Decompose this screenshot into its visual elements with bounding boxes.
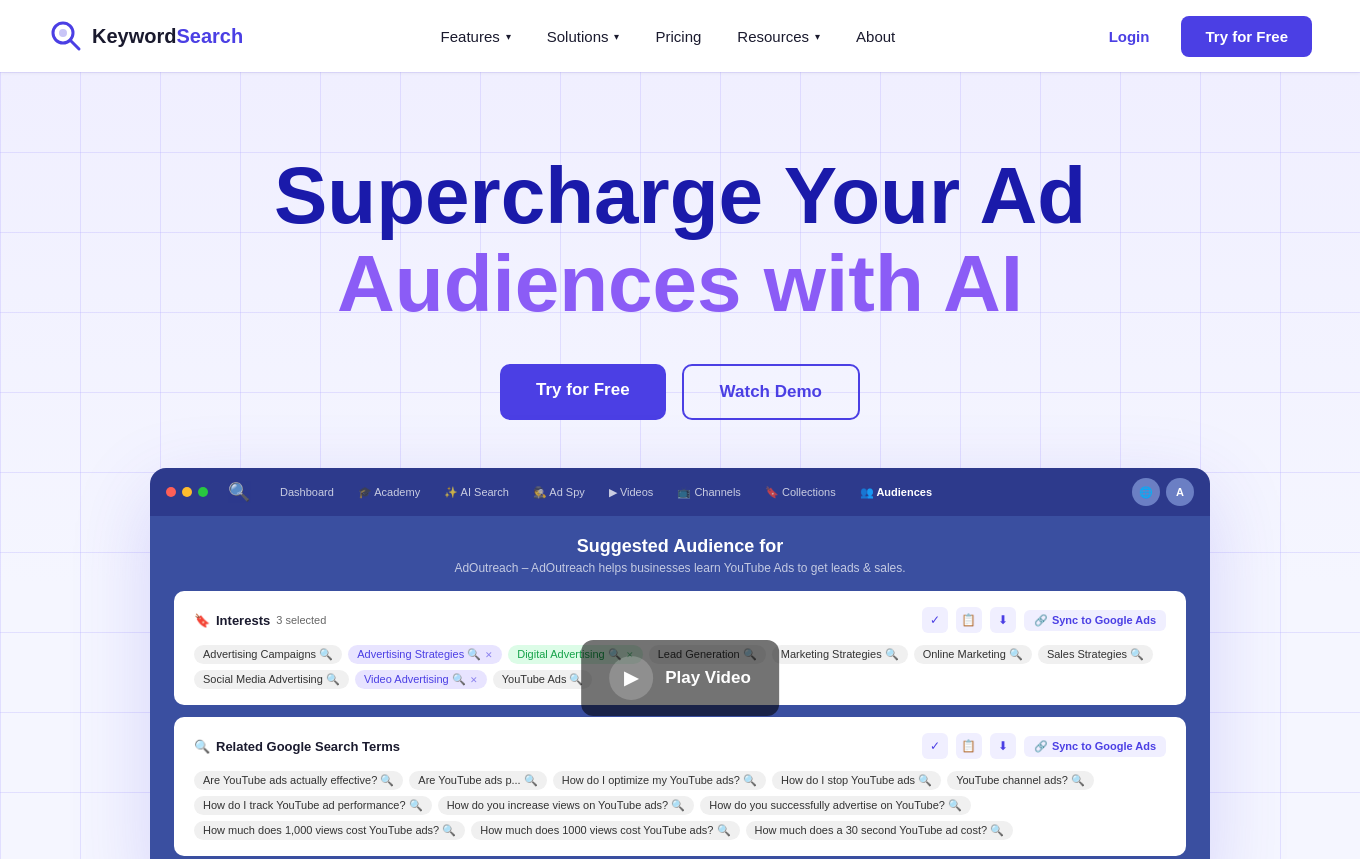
hero-title: Supercharge Your Ad Audiences with AI [230,152,1130,328]
watch-demo-button[interactable]: Watch Demo [682,364,860,420]
section-subtitle: AdOutreach – AdOutreach helps businesses… [174,561,1186,575]
download-action-search[interactable]: ⬇ [990,733,1016,759]
user-avatars: 🌐 A [1132,478,1194,506]
tag-youtube-ads[interactable]: YouTube Ads 🔍 [493,670,593,689]
tag-sales-strategies[interactable]: Sales Strategies 🔍 [1038,645,1153,664]
app-logo-small: 🔍 [228,481,250,503]
search-term-4[interactable]: How do I stop YouTube ads 🔍 [772,771,941,790]
login-button[interactable]: Login [1093,20,1166,53]
copy-action-search[interactable]: 📋 [956,733,982,759]
search-terms-tags: Are YouTube ads actually effective? 🔍 Ar… [194,771,1166,840]
sync-google-ads-interests[interactable]: 🔗 Sync to Google Ads [1024,610,1166,631]
interests-card-header: 🔖 Interests 3 selected ✓ 📋 ⬇ 🔗 Sync to G… [194,607,1166,633]
hero-section: Supercharge Your Ad Audiences with AI Tr… [0,72,1360,859]
search-terms-header: 🔍 Related Google Search Terms ✓ 📋 ⬇ 🔗 Sy… [194,733,1166,759]
nav-actions: Login Try for Free [1093,16,1312,57]
section-title: Suggested Audience for [174,536,1186,557]
nav-links: Features▾ Solutions▾ Pricing Resources▾ … [427,20,910,53]
navbar: KeywordSearch Features▾ Solutions▾ Prici… [0,0,1360,72]
search-term-2[interactable]: Are YouTube ads p... 🔍 [409,771,546,790]
search-term-5[interactable]: YouTube channel ads? 🔍 [947,771,1094,790]
tag-marketing-strategies[interactable]: Marketing Strategies 🔍 [772,645,908,664]
app-mockup: 🔍 Dashboard 🎓 Academy ✨ AI Search 🕵️ Ad … [150,468,1210,859]
minimize-window-dot [182,487,192,497]
search-terms-actions: ✓ 📋 ⬇ 🔗 Sync to Google Ads [922,733,1166,759]
avatar-user: A [1166,478,1194,506]
window-controls [166,487,208,497]
sync-google-ads-search[interactable]: 🔗 Sync to Google Ads [1024,736,1166,757]
interests-count: 3 selected [276,614,326,626]
download-action[interactable]: ⬇ [990,607,1016,633]
chevron-down-icon: ▾ [815,31,820,42]
nav-features[interactable]: Features▾ [427,20,525,53]
tag-social-media-advertising[interactable]: Social Media Advertising 🔍 [194,670,349,689]
tag-advertising-campaigns[interactable]: Advertising Campaigns 🔍 [194,645,342,664]
nav-academy[interactable]: 🎓 Academy [348,482,430,503]
copy-action[interactable]: 📋 [956,607,982,633]
search-terms-label: 🔍 Related Google Search Terms [194,739,400,754]
search-term-10[interactable]: How much does 1000 views cost YouTube ad… [471,821,739,840]
play-video-label: Play Video [665,668,751,688]
avatar-globe: 🌐 [1132,478,1160,506]
nav-videos[interactable]: ▶ Videos [599,482,664,503]
nav-audiences[interactable]: 👥 Audiences [850,482,942,503]
svg-point-2 [59,29,67,37]
play-icon: ▶ [609,656,653,700]
search-term-6[interactable]: How do I track YouTube ad performance? 🔍 [194,796,432,815]
check-action-search[interactable]: ✓ [922,733,948,759]
nav-ad-spy[interactable]: 🕵️ Ad Spy [523,482,595,503]
try-for-free-hero-button[interactable]: Try for Free [500,364,666,420]
logo-keyword: Keyword [92,25,176,47]
search-term-8[interactable]: How do you successfully advertise on You… [700,796,971,815]
search-terms-card: 🔍 Related Google Search Terms ✓ 📋 ⬇ 🔗 Sy… [174,717,1186,856]
close-window-dot [166,487,176,497]
nav-collections[interactable]: 🔖 Collections [755,482,846,503]
interests-label: 🔖 Interests 3 selected [194,613,326,628]
fullscreen-window-dot [198,487,208,497]
search-term-7[interactable]: How do you increase views on YouTube ads… [438,796,695,815]
nav-about[interactable]: About [842,20,909,53]
nav-dashboard[interactable]: Dashboard [270,482,344,503]
search-term-3[interactable]: How do I optimize my YouTube ads? 🔍 [553,771,766,790]
nav-ai-search[interactable]: ✨ AI Search [434,482,519,503]
check-action[interactable]: ✓ [922,607,948,633]
browser-chrome: 🔍 Dashboard 🎓 Academy ✨ AI Search 🕵️ Ad … [150,468,1210,516]
app-nav: Dashboard 🎓 Academy ✨ AI Search 🕵️ Ad Sp… [270,482,1112,503]
tag-online-marketing[interactable]: Online Marketing 🔍 [914,645,1032,664]
logo[interactable]: KeywordSearch [48,18,243,54]
logo-search: Search [176,25,243,47]
nav-solutions[interactable]: Solutions▾ [533,20,634,53]
tag-video-advertising[interactable]: Video Advertising 🔍 ✕ [355,670,487,689]
chevron-down-icon: ▾ [506,31,511,42]
search-term-9[interactable]: How much does 1,000 views cost YouTube a… [194,821,465,840]
hero-buttons: Try for Free Watch Demo [24,364,1336,420]
search-term-11[interactable]: How much does a 30 second YouTube ad cos… [746,821,1014,840]
nav-channels[interactable]: 📺 Channels [667,482,751,503]
tag-advertising-strategies[interactable]: Advertising Strategies 🔍 ✕ [348,645,502,664]
chevron-down-icon: ▾ [614,31,619,42]
play-video-overlay[interactable]: ▶ Play Video [581,640,779,716]
svg-line-1 [70,40,79,49]
nav-pricing[interactable]: Pricing [641,20,715,53]
search-term-1[interactable]: Are YouTube ads actually effective? 🔍 [194,771,403,790]
interests-actions: ✓ 📋 ⬇ 🔗 Sync to Google Ads [922,607,1166,633]
try-for-free-nav-button[interactable]: Try for Free [1181,16,1312,57]
nav-resources[interactable]: Resources▾ [723,20,834,53]
